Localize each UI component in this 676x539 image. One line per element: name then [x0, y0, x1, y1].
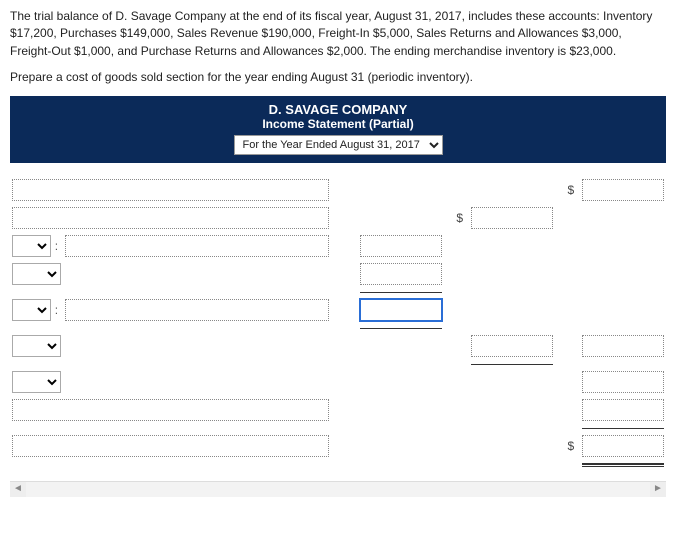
- dollar-sign: $: [456, 211, 468, 225]
- account-label-input[interactable]: [65, 235, 328, 257]
- single-rule: [360, 291, 441, 293]
- scroll-right-icon[interactable]: ►: [650, 482, 666, 497]
- dollar-sign: $: [568, 439, 580, 453]
- rule-row: [10, 463, 666, 467]
- amount-input-col2[interactable]: [471, 335, 552, 357]
- account-select[interactable]: [12, 335, 61, 357]
- table-row: $: [10, 435, 666, 457]
- scroll-left-icon[interactable]: ◄: [10, 482, 26, 497]
- table-row: :: [10, 299, 666, 321]
- company-name: D. SAVAGE COMPANY: [10, 102, 666, 117]
- account-label-input[interactable]: [65, 299, 328, 321]
- problem-body: The trial balance of D. Savage Company a…: [10, 9, 652, 58]
- rule-row: [10, 427, 666, 429]
- double-rule: [582, 463, 664, 467]
- horizontal-scrollbar[interactable]: ◄ ►: [10, 481, 666, 497]
- single-rule: [360, 327, 441, 329]
- table-row: [10, 371, 666, 393]
- operator-select[interactable]: [12, 235, 51, 257]
- single-rule: [582, 427, 664, 429]
- worksheet: $ $ : :: [10, 173, 666, 473]
- account-label-input[interactable]: [12, 179, 329, 201]
- amount-input-col3[interactable]: [582, 371, 664, 393]
- table-row: $: [10, 207, 666, 229]
- table-row: $: [10, 179, 666, 201]
- amount-input-col3[interactable]: [582, 435, 664, 457]
- amount-input-col3[interactable]: [582, 335, 664, 357]
- colon-label: :: [53, 299, 64, 321]
- operator-select[interactable]: [12, 299, 51, 321]
- account-select[interactable]: [12, 371, 61, 393]
- problem-instruction: Prepare a cost of goods sold section for…: [10, 70, 666, 84]
- rule-row: [10, 363, 666, 365]
- table-row: [10, 335, 666, 357]
- amount-input-col1[interactable]: [360, 263, 441, 285]
- colon-label: :: [53, 235, 64, 257]
- statement-header: D. SAVAGE COMPANY Income Statement (Part…: [10, 96, 666, 163]
- account-label-input[interactable]: [12, 399, 329, 421]
- table-row: [10, 263, 666, 285]
- statement-title: Income Statement (Partial): [10, 117, 666, 131]
- table-row: [10, 399, 666, 421]
- cogs-grid: $ $ : :: [10, 173, 666, 473]
- amount-input-col1[interactable]: [360, 299, 441, 321]
- dollar-sign: $: [568, 183, 580, 197]
- rule-row: [10, 327, 666, 329]
- amount-input-col1[interactable]: [360, 235, 441, 257]
- rule-row: [10, 291, 666, 293]
- single-rule: [471, 363, 552, 365]
- problem-text: The trial balance of D. Savage Company a…: [10, 8, 666, 60]
- period-select[interactable]: For the Year Ended August 31, 2017: [234, 135, 443, 155]
- amount-input-col3[interactable]: [582, 179, 664, 201]
- account-label-input[interactable]: [12, 207, 329, 229]
- amount-input-col2[interactable]: [471, 207, 552, 229]
- account-select[interactable]: [12, 263, 61, 285]
- table-row: :: [10, 235, 666, 257]
- amount-input-col3[interactable]: [582, 399, 664, 421]
- account-label-input[interactable]: [12, 435, 329, 457]
